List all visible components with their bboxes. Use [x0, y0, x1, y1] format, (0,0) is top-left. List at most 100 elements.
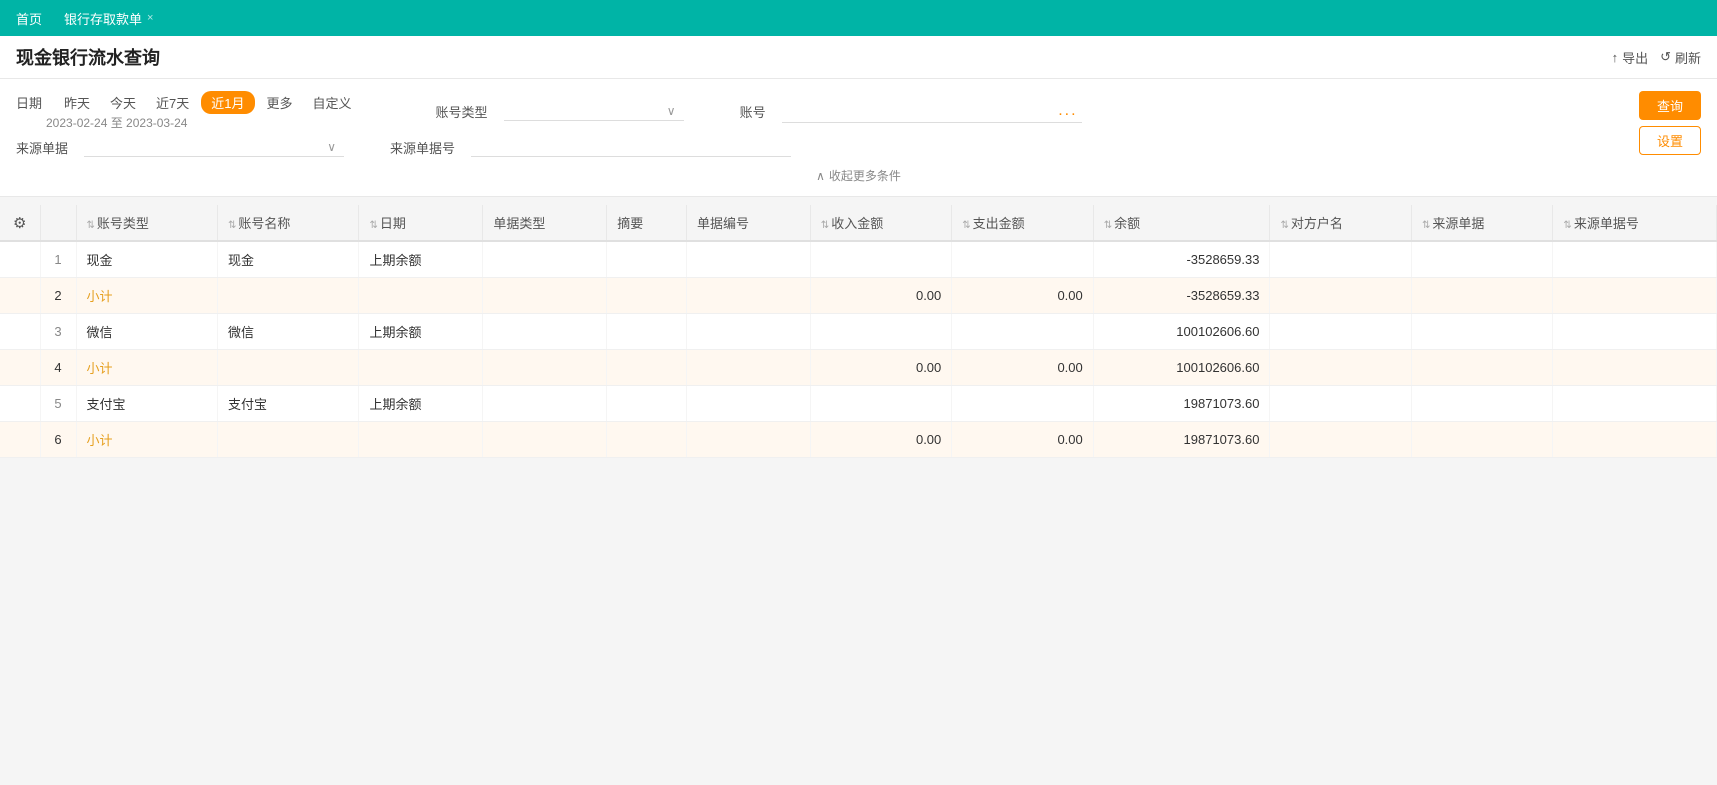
cell-gear [0, 241, 40, 278]
cell-balance: -3528659.33 [1093, 241, 1270, 278]
filter-area: 日期 昨天今天近7天近1月更多自定义 2023-02-24 至 2023-03-… [0, 79, 1717, 197]
acct-no-label: 账号 [740, 102, 766, 121]
refresh-button[interactable]: ↺ 刷新 [1660, 48, 1701, 67]
date-opt-more[interactable]: 更多 [259, 91, 301, 114]
cell-summary [607, 386, 687, 422]
cell-source_doc_no [1553, 314, 1717, 350]
export-button[interactable]: ↑ 导出 [1612, 48, 1649, 67]
cell-date: 上期余额 [359, 386, 483, 422]
date-opt-today[interactable]: 今天 [102, 91, 144, 114]
collapse-bar[interactable]: ∧ 收起更多条件 [16, 161, 1701, 184]
source-doc-no-input[interactable] [471, 137, 791, 157]
export-icon: ↑ [1612, 50, 1619, 65]
cell-counterparty [1270, 278, 1411, 314]
col-header-counterparty[interactable]: ⇅对方户名 [1270, 205, 1411, 241]
col-header-acct_name[interactable]: ⇅账号名称 [217, 205, 358, 241]
cell-doc_no [686, 422, 810, 458]
sort-icon-acct_type: ⇅ [87, 220, 95, 231]
col-header-source_doc[interactable]: ⇅来源单据 [1411, 205, 1552, 241]
cell-acct_name [217, 350, 358, 386]
export-label: 导出 [1622, 48, 1648, 67]
cell-source_doc [1411, 241, 1552, 278]
sort-icon-counterparty: ⇅ [1280, 220, 1288, 231]
col-header-date[interactable]: ⇅日期 [359, 205, 483, 241]
source-doc-select[interactable]: ∨ [84, 138, 344, 157]
table-body: 1现金现金上期余额-3528659.332小计0.000.00-3528659.… [0, 241, 1717, 458]
nav-tab-close-bank-deposit[interactable]: × [147, 12, 153, 24]
sort-icon-income: ⇅ [821, 220, 829, 231]
date-opt-yesterday[interactable]: 昨天 [56, 91, 98, 114]
table-area: ⚙⇅账号类型⇅账号名称⇅日期单据类型摘要单据编号⇅收入金额⇅支出金额⇅余额⇅对方… [0, 205, 1717, 458]
sort-icon-source_doc: ⇅ [1422, 220, 1430, 231]
cell-doc_type [483, 350, 607, 386]
cell-date [359, 422, 483, 458]
nav-tab-bank-deposit[interactable]: 银行存取款单 × [54, 0, 189, 36]
nav-tab-label: 银行存取款单 [64, 9, 142, 28]
cell-source_doc_no [1553, 278, 1717, 314]
cell-counterparty [1270, 350, 1411, 386]
table-row: 3微信微信上期余额100102606.60 [0, 314, 1717, 350]
cell-source_doc [1411, 278, 1552, 314]
acct-no-ellipsis-button[interactable]: ... [1058, 102, 1077, 120]
table-row: 5支付宝支付宝上期余额19871073.60 [0, 386, 1717, 422]
cell-source_doc [1411, 422, 1552, 458]
acct-type-arrow-icon: ∨ [667, 104, 676, 118]
refresh-icon: ↺ [1660, 49, 1671, 65]
settings-button[interactable]: 设置 [1639, 126, 1701, 155]
table-row: 1现金现金上期余额-3528659.33 [0, 241, 1717, 278]
date-opt-custom[interactable]: 自定义 [305, 91, 360, 114]
cell-acct_type: 现金 [76, 241, 217, 278]
query-button[interactable]: 查询 [1639, 91, 1701, 120]
cell-doc_no [686, 278, 810, 314]
cell-date: 上期余额 [359, 241, 483, 278]
cell-summary [607, 350, 687, 386]
cell-source_doc_no [1553, 350, 1717, 386]
source-doc-no-label: 来源单据号 [390, 138, 455, 157]
cell-balance: 19871073.60 [1093, 422, 1270, 458]
cell-income [810, 386, 951, 422]
date-opt-near1m[interactable]: 近1月 [201, 91, 254, 114]
nav-tabs: 收款单×付款单×其他收入单×应收应付调整单×银行存取款单×预收冲应收单×收款核销… [54, 0, 189, 36]
cell-num: 5 [40, 386, 76, 422]
cell-acct_type: 支付宝 [76, 386, 217, 422]
collapse-icon: ∧ [816, 169, 825, 183]
cell-expense: 0.00 [952, 278, 1093, 314]
col-header-expense[interactable]: ⇅支出金额 [952, 205, 1093, 241]
col-header-source_doc_no[interactable]: ⇅来源单据号 [1553, 205, 1717, 241]
acct-type-select[interactable]: ∨ [504, 102, 684, 121]
cell-counterparty [1270, 314, 1411, 350]
cell-doc_no [686, 241, 810, 278]
cell-date [359, 278, 483, 314]
nav-home[interactable]: 首页 [4, 0, 54, 36]
cell-balance: 100102606.60 [1093, 314, 1270, 350]
cell-balance: 19871073.60 [1093, 386, 1270, 422]
cell-acct_name [217, 422, 358, 458]
refresh-label: 刷新 [1675, 48, 1701, 67]
subtotal-label: 小计 [87, 433, 113, 448]
col-header-income[interactable]: ⇅收入金额 [810, 205, 951, 241]
col-header-summary: 摘要 [607, 205, 687, 241]
cell-date [359, 350, 483, 386]
source-doc-arrow-icon: ∨ [327, 140, 336, 154]
page-title: 现金银行流水查询 [16, 44, 160, 70]
cell-summary [607, 422, 687, 458]
cell-doc_no [686, 314, 810, 350]
gear-icon[interactable]: ⚙ [13, 215, 26, 232]
col-header-acct_type[interactable]: ⇅账号类型 [76, 205, 217, 241]
cell-income: 0.00 [810, 350, 951, 386]
cell-doc_type [483, 278, 607, 314]
cell-income: 0.00 [810, 278, 951, 314]
cell-num: 4 [40, 350, 76, 386]
cell-expense [952, 241, 1093, 278]
date-opt-near7[interactable]: 近7天 [148, 91, 197, 114]
cell-doc_type [483, 241, 607, 278]
col-header-balance[interactable]: ⇅余额 [1093, 205, 1270, 241]
cell-date: 上期余额 [359, 314, 483, 350]
col-header-doc_type: 单据类型 [483, 205, 607, 241]
cell-num: 6 [40, 422, 76, 458]
cell-acct_name: 微信 [217, 314, 358, 350]
cell-acct_type: 小计 [76, 350, 217, 386]
cell-acct_type: 微信 [76, 314, 217, 350]
sort-icon-acct_name: ⇅ [228, 220, 236, 231]
date-options: 昨天今天近7天近1月更多自定义 [56, 91, 360, 114]
